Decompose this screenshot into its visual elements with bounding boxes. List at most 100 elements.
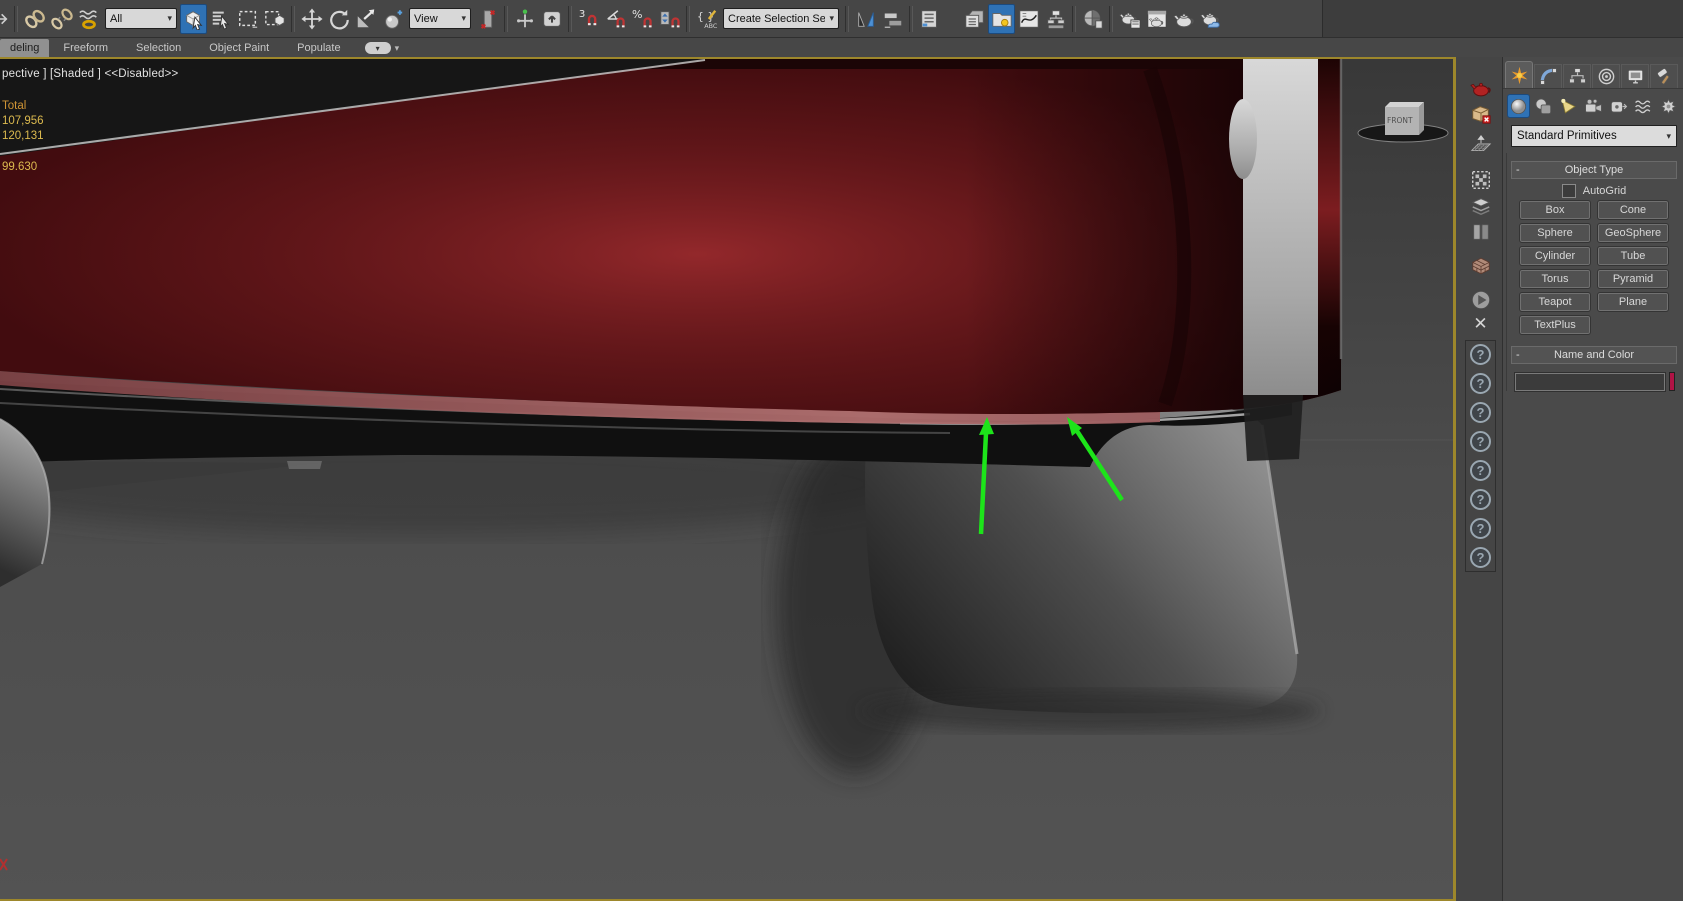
spinner-snap-icon[interactable] (656, 4, 683, 34)
selection-filter-dropdown[interactable]: All ▾ (105, 8, 177, 29)
toggle-scene-explorer-button[interactable] (988, 3, 1015, 34)
named-selection-set-dropdown[interactable]: Create Selection Se ▾ (723, 8, 839, 29)
panels-macro-icon[interactable] (1467, 219, 1495, 245)
question-macro-button[interactable]: ? (1470, 431, 1491, 452)
pyramid-button[interactable]: Pyramid (1597, 269, 1669, 289)
redo-arrow-icon[interactable] (0, 4, 11, 34)
primitive-category-dropdown[interactable]: Standard Primitives ▾ (1511, 125, 1677, 147)
viewport-label[interactable]: pective ] [Shaded ] <<Disabled>> (2, 68, 178, 80)
geometry-icon[interactable] (1507, 94, 1531, 118)
curve-editor-icon[interactable] (1015, 4, 1042, 34)
object-type-rollout-header[interactable]: - Object Type (1511, 161, 1677, 179)
question-macro-button[interactable]: ? (1470, 373, 1491, 394)
geosphere-button[interactable]: GeoSphere (1597, 223, 1669, 243)
cylinder-button[interactable]: Cylinder (1519, 246, 1591, 266)
toolbar-separator (14, 5, 18, 32)
question-macro-button[interactable]: ? (1470, 460, 1491, 481)
select-and-scale-icon[interactable] (352, 4, 379, 34)
select-object-button[interactable] (180, 3, 207, 34)
ribbon-minimize-button[interactable]: ▾ (364, 42, 391, 54)
grid-arrow-macro-icon[interactable] (1467, 131, 1495, 157)
perspective-viewport[interactable]: FRONT pective ] [Shaded ] <<Disabled>> T… (0, 57, 1456, 901)
teapot-macro-icon[interactable] (1467, 75, 1495, 101)
render-setup-icon[interactable] (1116, 4, 1143, 34)
layer-explorer-icon[interactable] (916, 4, 943, 34)
select-and-manipulate-icon[interactable] (511, 4, 538, 34)
plane-button[interactable]: Plane (1597, 292, 1669, 312)
object-color-swatch[interactable] (1669, 372, 1675, 391)
display-tab[interactable] (1621, 64, 1649, 88)
rectangular-selection-region-icon[interactable] (234, 4, 261, 34)
checker-select-macro-icon[interactable] (1467, 167, 1495, 193)
autogrid-checkbox[interactable] (1561, 184, 1576, 198)
name-and-color-rollout-header[interactable]: - Name and Color (1511, 346, 1677, 364)
helpers-icon[interactable] (1607, 94, 1630, 118)
percent-snap-icon[interactable] (629, 4, 656, 34)
bind-to-space-warp-icon[interactable] (75, 4, 102, 34)
utilities-tab[interactable] (1650, 64, 1678, 88)
snaps-toggle-3d-icon[interactable] (575, 4, 602, 34)
layers-move-macro-icon[interactable] (1467, 193, 1495, 219)
lights-icon[interactable] (1557, 94, 1580, 118)
render-production-icon[interactable] (1170, 4, 1197, 34)
box-delete-macro-icon[interactable] (1467, 101, 1495, 127)
reference-coordinate-value: View (414, 12, 438, 25)
unlink-selection-icon[interactable] (48, 4, 75, 34)
toolbar-separator (291, 5, 295, 32)
ribbon-tab-freeform[interactable]: Freeform (49, 39, 122, 57)
mirror-icon[interactable] (852, 4, 879, 34)
align-icon[interactable] (879, 4, 906, 34)
space-warps-icon[interactable] (1632, 94, 1655, 118)
select-by-name-icon[interactable] (207, 4, 234, 34)
reference-coordinate-dropdown[interactable]: View ▾ (409, 8, 471, 29)
question-macro-button[interactable]: ? (1470, 489, 1491, 510)
angle-snap-icon[interactable] (602, 4, 629, 34)
front-cube-label: FRONT (1387, 116, 1413, 125)
viewport-statistics: Total 107,956 120,131 99.630 (2, 99, 44, 175)
question-macro-button[interactable]: ? (1470, 344, 1491, 365)
viewport-scene[interactable]: FRONT (0, 59, 1453, 899)
material-editor-icon[interactable] (1079, 4, 1106, 34)
cameras-icon[interactable] (1582, 94, 1605, 118)
chevron-down-icon: ▾ (167, 13, 172, 23)
select-and-place-icon[interactable] (379, 4, 406, 34)
hierarchy-tab[interactable] (1563, 64, 1591, 88)
ribbon-tab-modeling[interactable]: deling (0, 39, 50, 57)
play-macro-icon[interactable] (1467, 287, 1495, 313)
question-macro-button[interactable]: ? (1470, 518, 1491, 539)
question-macro-button[interactable]: ? (1470, 547, 1491, 568)
systems-icon[interactable] (1657, 94, 1680, 118)
close-x-icon[interactable]: ✕ (1473, 315, 1487, 332)
scene-explorer-list-icon[interactable] (961, 4, 988, 34)
edit-named-selection-sets-icon[interactable] (693, 4, 720, 34)
shapes-icon[interactable] (1532, 94, 1555, 118)
create-tab[interactable] (1505, 61, 1533, 88)
textplus-button[interactable]: TextPlus (1519, 315, 1591, 335)
toolbar-separator (845, 5, 849, 32)
schematic-view-icon[interactable] (1042, 4, 1069, 34)
object-name-field[interactable] (1514, 371, 1666, 392)
rendered-frame-window-icon[interactable] (1143, 4, 1170, 34)
red-sliver-shape (1318, 59, 1341, 394)
question-macro-button[interactable]: ? (1470, 402, 1491, 423)
select-and-link-icon[interactable] (21, 4, 48, 34)
select-and-move-icon[interactable] (298, 4, 325, 34)
ribbon-tab-populate[interactable]: Populate (283, 39, 354, 57)
teapot-button[interactable]: Teapot (1519, 292, 1591, 312)
tube-button[interactable]: Tube (1597, 246, 1669, 266)
sphere-button[interactable]: Sphere (1519, 223, 1591, 243)
cone-button[interactable]: Cone (1597, 200, 1669, 220)
ribbon-tab-selection[interactable]: Selection (122, 39, 195, 57)
torus-button[interactable]: Torus (1519, 269, 1591, 289)
render-in-cloud-icon[interactable] (1197, 4, 1224, 34)
ribbon-tab-object-paint[interactable]: Object Paint (195, 39, 283, 57)
ribbon-options-caret-icon[interactable]: ▾ (395, 43, 400, 54)
use-pivot-point-center-icon[interactable] (474, 4, 501, 34)
bricks-macro-icon[interactable] (1467, 253, 1495, 279)
box-button[interactable]: Box (1519, 200, 1591, 220)
motion-tab[interactable] (1592, 64, 1620, 88)
keyboard-shortcut-override-icon[interactable] (538, 4, 565, 34)
window-crossing-icon[interactable] (261, 4, 288, 34)
modify-tab[interactable] (1534, 64, 1562, 88)
select-and-rotate-icon[interactable] (325, 4, 352, 34)
